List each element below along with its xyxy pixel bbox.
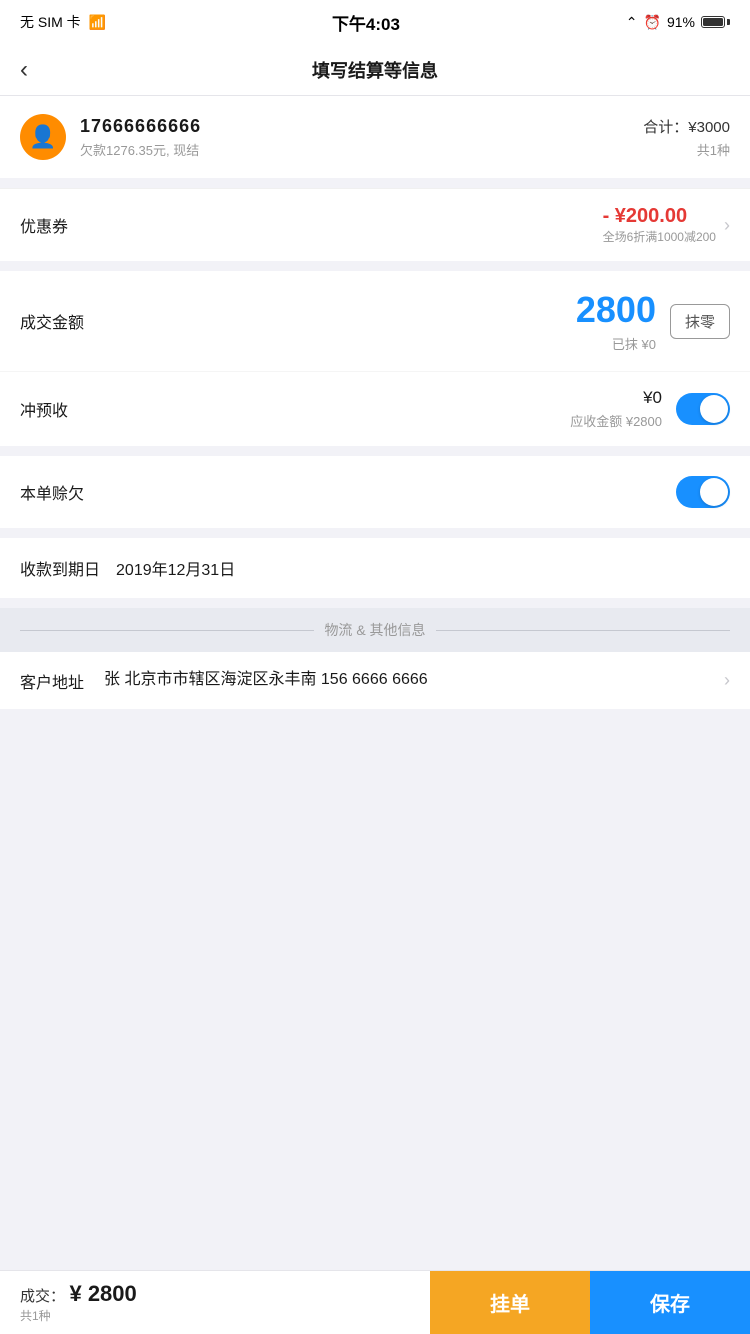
deal-amount-value: 2800 — [576, 289, 656, 331]
debt-label: 本单赊欠 — [20, 480, 84, 504]
avatar: 👤 — [20, 114, 66, 160]
logistics-divider: 物流 & 其他信息 — [0, 608, 750, 652]
customer-info-left: 👤 17666666666 欠款1276.35元, 现结 — [20, 114, 201, 160]
pre-collect-right: ¥0 应收金额 ¥2800 — [570, 388, 730, 430]
status-right: ⌃ ⏰ 91% — [626, 14, 730, 31]
no-sim-text: 无 SIM 卡 — [20, 12, 81, 32]
location-icon: ⌃ — [626, 14, 638, 31]
page-title: 填写结算等信息 — [60, 57, 690, 83]
round-zero-button[interactable]: 抹零 — [670, 304, 730, 339]
footer-count: 共1种 — [20, 1307, 410, 1324]
status-bar: 无 SIM 卡 📶 下午4:03 ⌃ ⏰ 91% — [0, 0, 750, 44]
customer-sub: 欠款1276.35元, 现结 — [80, 140, 201, 159]
battery-icon — [701, 16, 730, 28]
duedate-section: 收款到期日 2019年12月31日 — [0, 538, 750, 598]
address-chevron-icon: › — [724, 668, 730, 691]
divider-line-left — [20, 630, 314, 631]
customer-total: 合计：¥3000 共1种 — [643, 116, 730, 159]
debt-row: 本单赊欠 — [0, 456, 750, 528]
deal-amount-row: 成交金额 2800 已抹 ¥0 抹零 — [0, 271, 750, 372]
address-label: 客户地址 — [20, 668, 90, 693]
divider-line-right — [436, 630, 730, 631]
footer-amount: ¥ 2800 — [69, 1281, 136, 1306]
coupon-amount: - ¥200.00 — [603, 205, 716, 228]
logistics-label: 物流 & 其他信息 — [324, 620, 425, 640]
duedate-label: 收款到期日 — [20, 556, 100, 580]
deal-amount-right: 2800 已抹 ¥0 抹零 — [576, 289, 730, 353]
footer-deal-label: 成交： — [20, 1288, 65, 1305]
back-button[interactable]: ‹ — [20, 56, 60, 84]
status-left: 无 SIM 卡 📶 — [20, 12, 106, 32]
duedate-value: 2019年12月31日 — [116, 556, 235, 580]
coupon-right: - ¥200.00 全场6折满1000减200 › — [603, 205, 730, 245]
coupon-label: 优惠券 — [20, 213, 68, 237]
address-section: 客户地址 张 北京市市辖区海淀区永丰南 156 6666 6666 › — [0, 652, 750, 709]
total-count: 共1种 — [643, 140, 730, 159]
debt-section: 本单赊欠 — [0, 456, 750, 528]
coupon-value-block: - ¥200.00 全场6折满1000减200 — [603, 205, 716, 245]
pre-collect-sub: 应收金额 ¥2800 — [570, 411, 662, 430]
customer-card: 👤 17666666666 欠款1276.35元, 现结 合计：¥3000 共1… — [0, 96, 750, 178]
pre-collect-toggle[interactable] — [676, 393, 730, 425]
coupon-desc: 全场6折满1000减200 — [603, 228, 716, 245]
address-value: 张 北京市市辖区海淀区永丰南 156 6666 6666 — [104, 668, 710, 692]
deal-amount-label: 成交金额 — [20, 309, 84, 333]
header: ‹ 填写结算等信息 — [0, 44, 750, 96]
debt-toggle[interactable] — [676, 476, 730, 508]
pre-collect-amount: ¥0 — [570, 388, 662, 408]
pre-collect-label: 冲预收 — [20, 397, 68, 421]
coupon-row[interactable]: 优惠券 - ¥200.00 全场6折满1000减200 › — [0, 188, 750, 261]
toggle-knob — [700, 395, 728, 423]
pre-collect-value-block: ¥0 应收金额 ¥2800 — [570, 388, 662, 430]
battery-percent: 91% — [667, 14, 695, 30]
footer: 成交： ¥ 2800 共1种 挂单 保存 — [0, 1270, 750, 1334]
status-time: 下午4:03 — [332, 10, 400, 35]
footer-info: 成交： ¥ 2800 共1种 — [0, 1281, 430, 1324]
wifi-icon: 📶 — [89, 14, 106, 31]
alarm-icon: ⏰ — [644, 14, 661, 31]
avatar-icon: 👤 — [29, 124, 56, 150]
deal-amount-sub: 已抹 ¥0 — [576, 334, 656, 353]
pre-collect-row: 冲预收 ¥0 应收金额 ¥2800 — [0, 372, 750, 446]
total-label: 合计：¥3000 — [643, 116, 730, 137]
debt-toggle-knob — [700, 478, 728, 506]
amount-section: 成交金额 2800 已抹 ¥0 抹零 冲预收 ¥0 应收金额 ¥2800 — [0, 271, 750, 446]
coupon-chevron-icon: › — [724, 215, 730, 236]
pending-button[interactable]: 挂单 — [430, 1271, 590, 1334]
customer-phone: 17666666666 — [80, 116, 201, 137]
deal-amount-value-block: 2800 已抹 ¥0 — [576, 289, 656, 353]
duedate-row: 收款到期日 2019年12月31日 — [0, 538, 750, 598]
address-row[interactable]: 客户地址 张 北京市市辖区海淀区永丰南 156 6666 6666 › — [0, 652, 750, 709]
customer-details: 17666666666 欠款1276.35元, 现结 — [80, 116, 201, 159]
gray-spacer — [0, 719, 750, 849]
save-button[interactable]: 保存 — [590, 1271, 750, 1334]
coupon-section: 优惠券 - ¥200.00 全场6折满1000减200 › — [0, 188, 750, 261]
